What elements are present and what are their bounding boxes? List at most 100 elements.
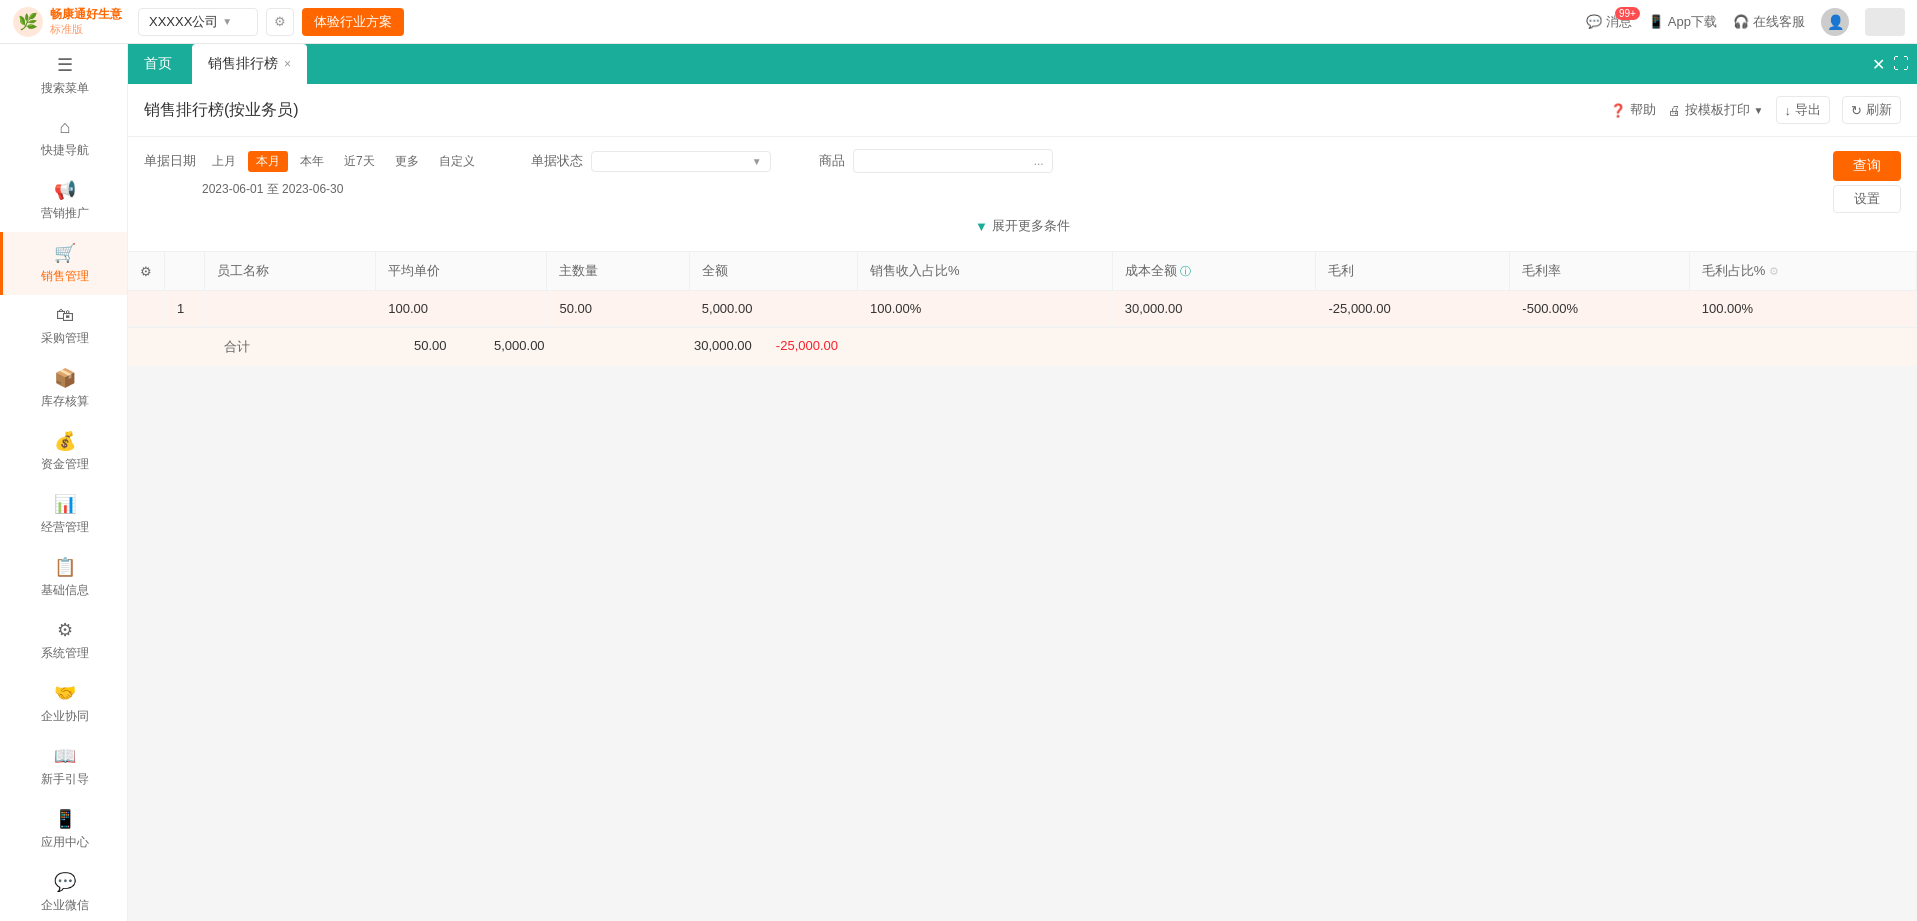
sidebar-label-0: 搜索菜单 — [41, 80, 89, 97]
footer-avg-price — [312, 338, 402, 356]
refresh-button[interactable]: ↻ 刷新 — [1842, 96, 1901, 124]
sidebar-item-1[interactable]: ⌂快捷导航 — [0, 107, 127, 169]
expand-label: 展开更多条件 — [992, 217, 1070, 235]
sidebar-item-2[interactable]: 📢 营销推广 — [0, 169, 127, 232]
sidebar-label-12: 应用中心 — [41, 834, 89, 851]
sidebar-item-12[interactable]: 📱 应用中心 — [0, 798, 127, 861]
help-icon: ❓ — [1610, 103, 1626, 118]
commodity-input[interactable]: ... — [853, 149, 1053, 173]
online-service-button[interactable]: 🎧 在线客服 — [1733, 13, 1805, 31]
logo-line2: 标准版 — [50, 22, 122, 36]
date-tab-custom[interactable]: 自定义 — [431, 151, 483, 172]
row-gross-pct: 100.00% — [1689, 291, 1916, 327]
trial-button[interactable]: 体验行业方案 — [302, 8, 404, 36]
tab-close-icon[interactable]: × — [284, 57, 291, 71]
logo-icon: 🌿 — [12, 6, 44, 38]
date-tabs: 上月 本月 本年 近7天 更多 自定义 — [204, 151, 483, 172]
sidebar-item-10[interactable]: 🤝 企业协同 — [0, 672, 127, 735]
app-download-button[interactable]: 📱 App下载 — [1648, 13, 1717, 31]
col-main-qty: 主数量 — [547, 252, 689, 291]
footer-sales-pct — [562, 338, 682, 356]
sidebar-label-8: 基础信息 — [41, 582, 89, 599]
sidebar-item-4[interactable]: 🛍采购管理 — [0, 295, 127, 357]
sidebar-label-13: 企业微信 — [41, 897, 89, 914]
avatar[interactable]: 👤 — [1821, 8, 1849, 36]
print-label: 按模板打印 — [1685, 101, 1750, 119]
date-tab-this-month[interactable]: 本月 — [248, 151, 288, 172]
date-tab-7days[interactable]: 近7天 — [336, 151, 383, 172]
company-name: XXXXX公司 — [149, 13, 218, 31]
status-select[interactable]: ▼ — [591, 151, 771, 172]
sidebar-item-7[interactable]: 📊经营管理 — [0, 483, 127, 546]
expand-down-icon: ▼ — [975, 219, 988, 234]
sidebar-label-2: 营销推广 — [41, 205, 89, 222]
close-window-icon[interactable]: ✕ — [1872, 55, 1885, 74]
footer-main-qty: 50.00 — [402, 338, 482, 356]
tab-home[interactable]: 首页 — [128, 44, 188, 84]
footer-label: 合计 — [212, 338, 312, 356]
sidebar-item-13[interactable]: 💬 企业微信 — [0, 861, 127, 921]
sidebar-label-3: 销售管理 — [41, 268, 89, 285]
row-main-qty: 50.00 — [547, 291, 689, 327]
sidebar-label-11: 新手引导 — [41, 771, 89, 788]
message-badge: 99+ — [1615, 7, 1640, 20]
company-selector[interactable]: XXXXX公司 ▼ — [138, 8, 258, 36]
tab-active-label: 销售排行榜 — [208, 55, 278, 73]
online-service-label: 在线客服 — [1753, 13, 1805, 31]
refresh-icon: ↻ — [1851, 103, 1862, 118]
row-gross: -25,000.00 — [1316, 291, 1510, 327]
export-label: 导出 — [1795, 101, 1821, 119]
col-avg-price: 平均单价 — [376, 252, 547, 291]
date-tab-this-year[interactable]: 本年 — [292, 151, 332, 172]
sidebar-item-11[interactable]: 📖新手引导 — [0, 735, 127, 798]
company-dropdown-icon: ▼ — [222, 16, 232, 27]
row-cost-amount: 30,000.00 — [1112, 291, 1316, 327]
message-button[interactable]: 💬 消息 99+ — [1586, 13, 1632, 31]
sidebar-icon-10: 🤝 — [54, 682, 76, 704]
phone-icon: 📱 — [1648, 14, 1664, 29]
print-template-button[interactable]: 🖨 按模板打印 ▼ — [1668, 101, 1764, 119]
commodity-more-icon[interactable]: ... — [1034, 154, 1044, 168]
tab-sales-ranking[interactable]: 销售排行榜 × — [192, 44, 307, 84]
sidebar-label-5: 库存核算 — [41, 393, 89, 410]
sidebar-item-6[interactable]: 💰资金管理 — [0, 420, 127, 483]
table-footer: 合计 50.00 5,000.00 30,000.00 -25,000.00 — [128, 327, 1917, 366]
expand-more-button[interactable]: ▼ 展开更多条件 — [975, 217, 1070, 235]
sidebar-item-0[interactable]: ☰ 搜索菜单 — [0, 44, 127, 107]
filter-settings-button[interactable]: 设置 — [1833, 185, 1901, 213]
tab-home-label: 首页 — [144, 55, 172, 73]
row-avg-price: 100.00 — [376, 291, 547, 327]
row-amount: 5,000.00 — [689, 291, 857, 327]
sidebar-icon-13: 💬 — [54, 871, 76, 893]
maximize-icon[interactable]: ⛶ — [1893, 55, 1909, 73]
settings-icon-btn[interactable]: ⚙ — [266, 8, 294, 36]
commodity-filter-label: 商品 — [819, 152, 845, 170]
sidebar-icon-5: 📦 — [54, 367, 76, 389]
sidebar-icon-3: 🛒 — [54, 242, 76, 264]
logo-line1: 畅康通好生意 — [50, 7, 122, 23]
export-button[interactable]: ↓ 导出 — [1776, 96, 1831, 124]
sidebar-item-9[interactable]: ⚙系统管理 — [0, 609, 127, 672]
sidebar-icon-4: 🛍 — [56, 305, 74, 326]
help-button[interactable]: ❓ 帮助 — [1610, 101, 1656, 119]
data-table: ⚙ 员工名称 平均单价 主数量 全额 销售收入占比% 成本全额 ⓘ 毛利 — [128, 252, 1917, 327]
print-dropdown-icon: ▼ — [1754, 105, 1764, 116]
sidebar-icon-6: 💰 — [54, 430, 76, 452]
sidebar-icon-2: 📢 — [54, 179, 76, 201]
date-tab-more[interactable]: 更多 — [387, 151, 427, 172]
sidebar-item-3[interactable]: 🛒 销售管理 — [0, 232, 127, 295]
col-sales-pct: 销售收入占比% — [857, 252, 1112, 291]
sidebar-item-8[interactable]: 📋基础信息 — [0, 546, 127, 609]
sidebar-icon-0: ☰ — [57, 54, 73, 76]
sidebar-item-5[interactable]: 📦 库存核算 — [0, 357, 127, 420]
user-icon: 👤 — [1827, 14, 1844, 30]
col-rank — [165, 252, 205, 291]
export-icon: ↓ — [1785, 103, 1792, 118]
app-download-label: App下载 — [1668, 13, 1717, 31]
footer-gross: -25,000.00 — [764, 338, 850, 356]
sidebar-label-10: 企业协同 — [41, 708, 89, 725]
sidebar-icon-12: 📱 — [54, 808, 76, 830]
query-button[interactable]: 查询 — [1833, 151, 1901, 181]
col-settings[interactable]: ⚙ — [128, 252, 165, 291]
date-tab-last-month[interactable]: 上月 — [204, 151, 244, 172]
